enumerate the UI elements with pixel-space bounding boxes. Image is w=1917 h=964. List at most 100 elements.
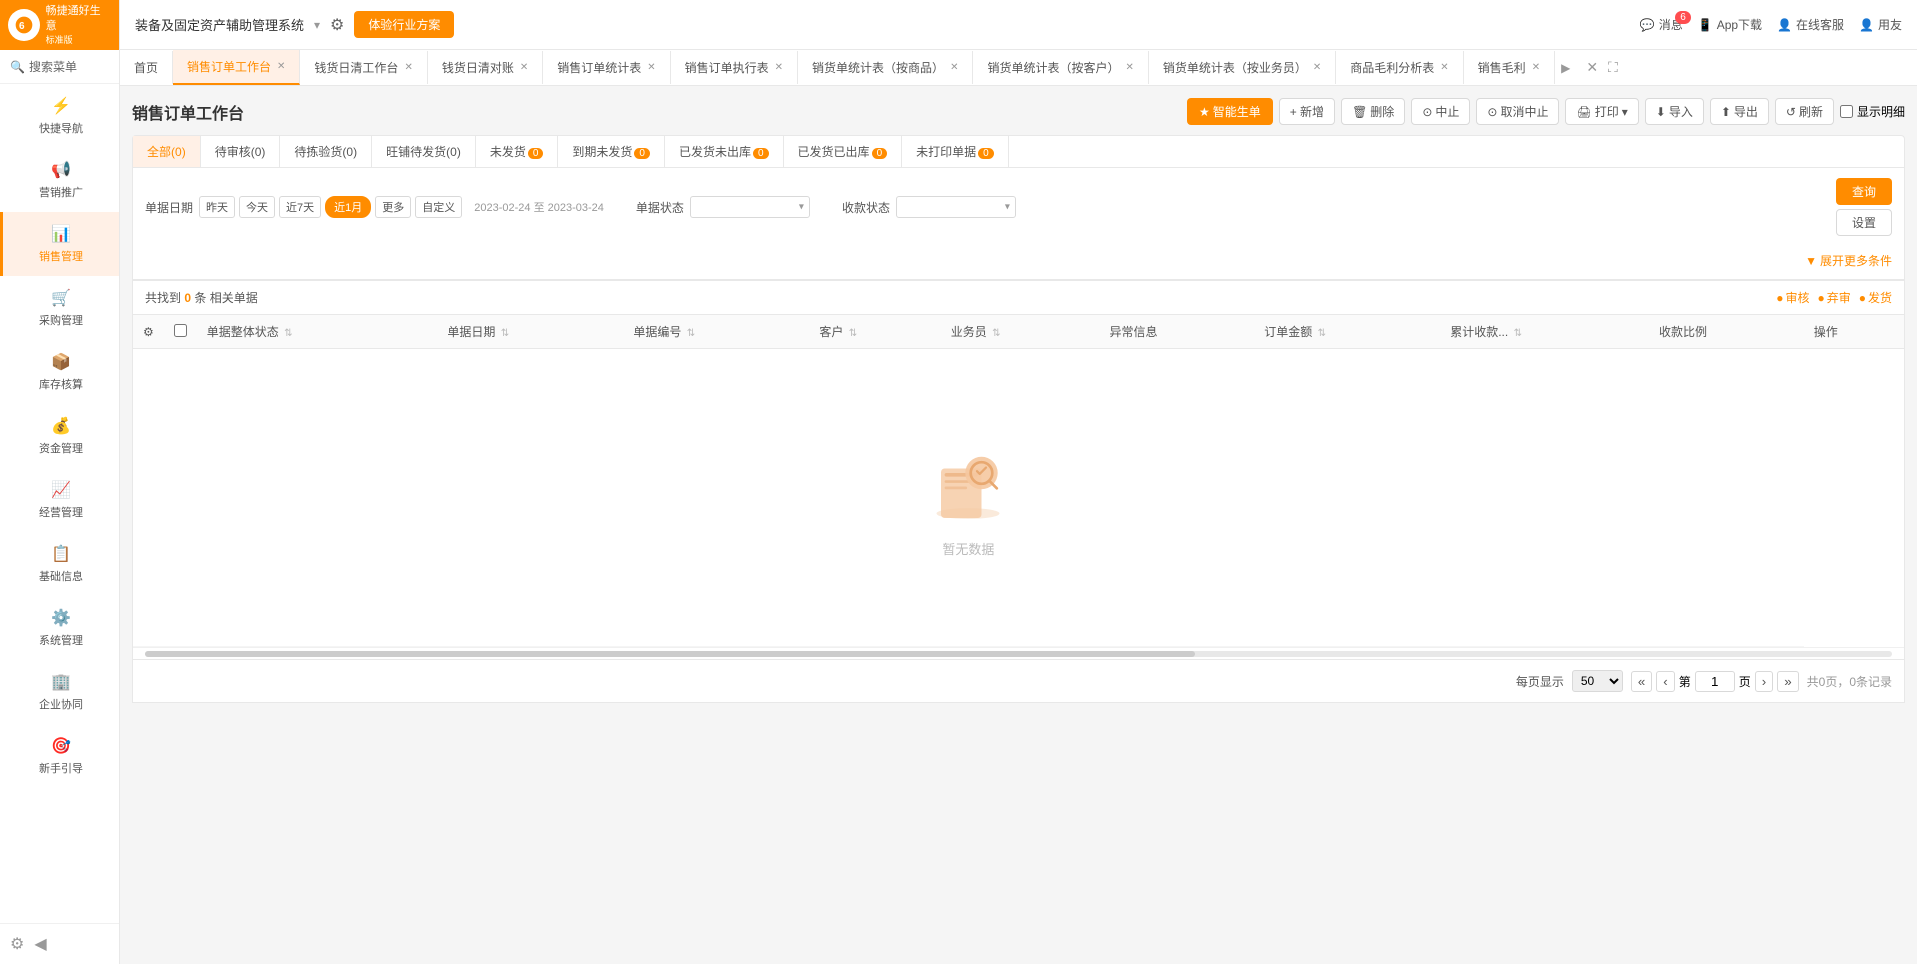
- date-1month[interactable]: 近1月: [325, 196, 371, 218]
- status-select[interactable]: [690, 196, 810, 218]
- subtab-pending-review[interactable]: 待审核(0): [201, 136, 281, 167]
- subtab-unprinted[interactable]: 未打印单据0: [902, 136, 1009, 167]
- sort-date-icon[interactable]: ⇅: [501, 328, 509, 339]
- delete-button[interactable]: 🗑 删除: [1341, 98, 1405, 125]
- subtab-all[interactable]: 全部(0): [133, 136, 201, 167]
- online-service-button[interactable]: 👤 在线客服: [1777, 16, 1844, 33]
- tab-close-icon-5[interactable]: ✕: [775, 62, 783, 73]
- tab-close-icon-10[interactable]: ✕: [1532, 62, 1540, 73]
- sort-status-icon[interactable]: ⇅: [284, 328, 292, 339]
- page-prev-button[interactable]: ‹: [1656, 671, 1674, 692]
- page-last-button[interactable]: »: [1777, 671, 1798, 692]
- sidebar-item-basic[interactable]: 📋 基础信息: [0, 532, 119, 596]
- date-today[interactable]: 今天: [239, 196, 275, 218]
- page-size-select[interactable]: 50 100 200: [1572, 670, 1623, 692]
- tab-close-icon-3[interactable]: ✕: [520, 62, 528, 73]
- horizontal-scrollbar[interactable]: [133, 647, 1904, 659]
- date-custom[interactable]: 自定义: [415, 196, 462, 218]
- subtab-shipped-unstocked[interactable]: 已发货未出库0: [665, 136, 784, 167]
- sidebar-item-inventory[interactable]: 📦 库存核算: [0, 340, 119, 404]
- app-download-button[interactable]: 📱 App下载: [1698, 16, 1762, 33]
- page-next-button[interactable]: ›: [1755, 671, 1773, 692]
- th-checkbox[interactable]: [164, 315, 197, 349]
- sidebar-item-marketing[interactable]: 📢 营销推广: [0, 148, 119, 212]
- sort-number-icon[interactable]: ⇅: [687, 328, 695, 339]
- payment-select[interactable]: [896, 196, 1016, 218]
- sidebar-item-finance[interactable]: 💰 资金管理: [0, 404, 119, 468]
- tab-close-icon-6[interactable]: ✕: [950, 62, 958, 73]
- topbar-settings-icon[interactable]: ⚙: [330, 15, 344, 35]
- tab-sales-workbench[interactable]: 销售订单工作台 ✕: [173, 50, 300, 85]
- subtab-unshipped[interactable]: 未发货0: [476, 136, 559, 167]
- sidebar-item-search[interactable]: 🔍 搜索菜单: [0, 50, 119, 84]
- sort-staff-icon[interactable]: ⇅: [992, 328, 1000, 339]
- tabbar-more-button[interactable]: ▶: [1555, 53, 1576, 83]
- sidebar-settings-icon[interactable]: ⚙: [10, 934, 24, 954]
- smart-create-button[interactable]: ★ 智能生单: [1187, 98, 1273, 125]
- industry-plan-button[interactable]: 体验行业方案: [354, 11, 454, 38]
- th-settings[interactable]: ⚙: [133, 315, 164, 349]
- tab-home[interactable]: 首页: [120, 51, 173, 84]
- sidebar-item-system[interactable]: ⚙️ 系统管理: [0, 596, 119, 660]
- topbar-right: 💬 消息 6 📱 App下载 👤 在线客服 👤 用友: [1640, 16, 1902, 33]
- tab-margin[interactable]: 商品毛利分析表 ✕: [1336, 51, 1463, 84]
- refresh-button[interactable]: ↺ 刷新: [1775, 98, 1834, 125]
- sort-customer-icon[interactable]: ⇅: [849, 328, 857, 339]
- topbar-arrow-icon[interactable]: ▾: [314, 18, 320, 32]
- expand-button[interactable]: ▼ 展开更多条件: [1805, 252, 1892, 269]
- tab-close-icon[interactable]: ✕: [277, 61, 285, 72]
- tab-sales-exec[interactable]: 销售订单执行表 ✕: [671, 51, 798, 84]
- ship-icon: ●: [1859, 291, 1866, 305]
- tab-close-icon-2[interactable]: ✕: [404, 62, 412, 73]
- tab-sales-product[interactable]: 销货单统计表（按商品） ✕: [798, 51, 973, 84]
- sort-collected-icon[interactable]: ⇅: [1514, 328, 1522, 339]
- sidebar-item-company[interactable]: 🏢 企业协同: [0, 660, 119, 724]
- tab-sales-stats[interactable]: 销售订单统计表 ✕: [543, 51, 670, 84]
- query-button[interactable]: 查询: [1836, 178, 1892, 205]
- tab-cash-daily[interactable]: 钱货日清工作台 ✕: [300, 51, 427, 84]
- tab-reconcile[interactable]: 钱货日清对账 ✕: [428, 51, 543, 84]
- tab-close-icon-7[interactable]: ✕: [1125, 62, 1133, 73]
- export-button[interactable]: ⬆ 导出: [1710, 98, 1769, 125]
- tab-close-icon-4[interactable]: ✕: [647, 62, 655, 73]
- tab-close-icon-9[interactable]: ✕: [1440, 62, 1448, 73]
- import-button[interactable]: ⬇ 导入: [1645, 98, 1704, 125]
- message-button[interactable]: 💬 消息 6: [1640, 16, 1683, 33]
- set-button[interactable]: 设置: [1836, 209, 1892, 236]
- sidebar-collapse-icon[interactable]: ◀: [34, 934, 46, 954]
- subtab-shipped-stocked[interactable]: 已发货已出库0: [784, 136, 903, 167]
- date-yesterday[interactable]: 昨天: [199, 196, 235, 218]
- select-all-checkbox[interactable]: [174, 324, 187, 337]
- page-first-button[interactable]: «: [1631, 671, 1652, 692]
- tab-sales-customer[interactable]: 销货单统计表（按客户） ✕: [973, 51, 1148, 84]
- scrollbar-thumb[interactable]: [145, 651, 1195, 657]
- ship-button[interactable]: ● 发货: [1859, 289, 1892, 306]
- subtab-pending-pick[interactable]: 待拣验货(0): [280, 136, 372, 167]
- tab-sales-staff[interactable]: 销货单统计表（按业务员） ✕: [1149, 51, 1336, 84]
- sidebar-item-operation[interactable]: 📈 经营管理: [0, 468, 119, 532]
- user-menu-button[interactable]: 👤 用友: [1859, 16, 1902, 33]
- page-number-input[interactable]: [1695, 671, 1735, 692]
- show-detail-checkbox[interactable]: [1840, 105, 1853, 118]
- sort-amount-icon[interactable]: ⇅: [1318, 328, 1326, 339]
- stop-button[interactable]: ⊙ 中止: [1411, 98, 1470, 125]
- review-button[interactable]: ● 审核: [1776, 289, 1809, 306]
- tab-close-icon-8[interactable]: ✕: [1313, 62, 1321, 73]
- revoke-button[interactable]: ● 弃审: [1817, 289, 1850, 306]
- payment-filter-label: 收款状态: [842, 199, 890, 216]
- sidebar-item-purchase[interactable]: 🛒 采购管理: [0, 276, 119, 340]
- sidebar-item-sales[interactable]: 📊 销售管理: [0, 212, 119, 276]
- add-button[interactable]: + 新增: [1279, 98, 1335, 125]
- date-more[interactable]: 更多: [375, 196, 411, 218]
- tabbar-fullscreen-icon[interactable]: ⛶: [1604, 57, 1622, 78]
- date-7days[interactable]: 近7天: [279, 196, 321, 218]
- subtab-shop-ship[interactable]: 旺铺待发货(0): [372, 136, 476, 167]
- sidebar-item-quick[interactable]: ⚡ 快捷导航: [0, 84, 119, 148]
- sidebar-item-guide[interactable]: 🎯 新手引导: [0, 724, 119, 788]
- tabbar-close-all-icon[interactable]: ✕: [1582, 57, 1602, 78]
- cancel-stop-button[interactable]: ⊙ 取消中止: [1476, 98, 1559, 125]
- tab-sales-profit[interactable]: 销售毛利 ✕: [1464, 51, 1555, 84]
- show-detail-label[interactable]: 显示明细: [1840, 103, 1905, 120]
- print-button[interactable]: 🖨 打印 ▾: [1565, 98, 1638, 125]
- subtab-overdue-unshipped[interactable]: 到期未发货0: [558, 136, 665, 167]
